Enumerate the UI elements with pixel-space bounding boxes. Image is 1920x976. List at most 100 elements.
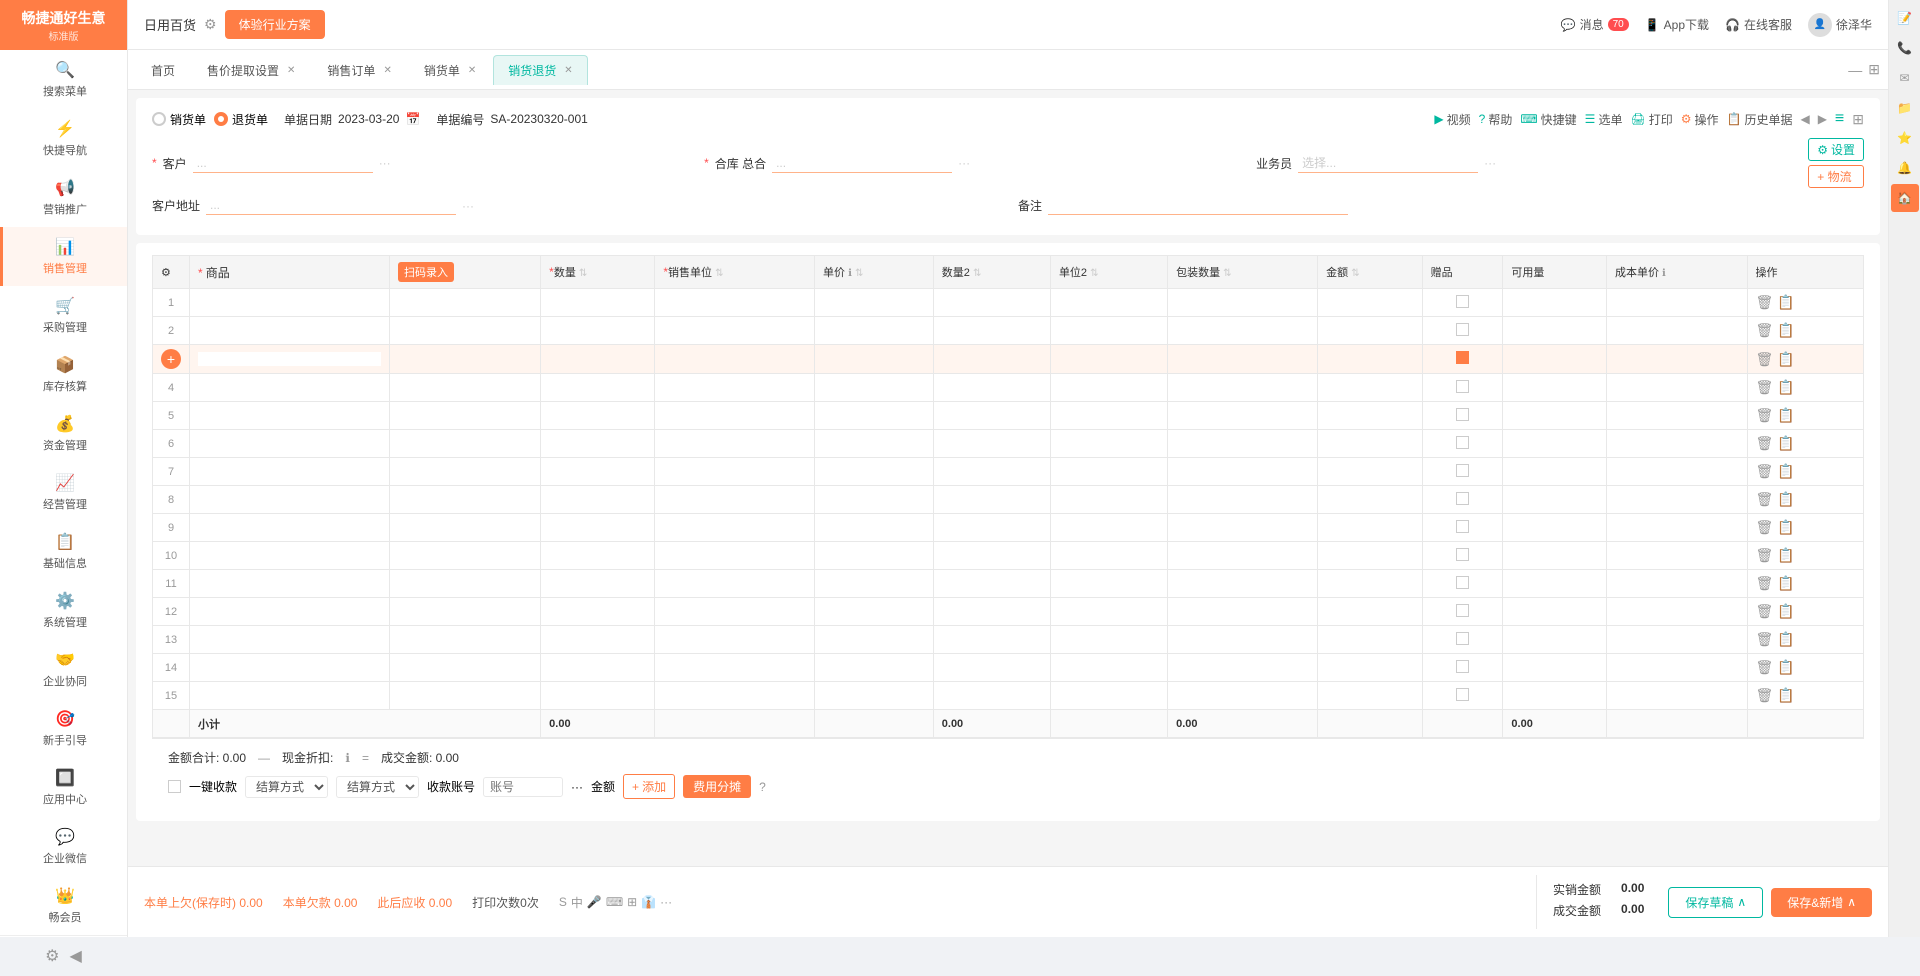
gift-checkbox[interactable] [1456,688,1469,701]
radio-return[interactable]: 退货单 [214,111,268,128]
right-btn-star[interactable]: ⭐ [1891,124,1919,152]
tab-sale-price[interactable]: 售价提取设置 ✕ [192,55,310,85]
sidebar-item-search[interactable]: 🔍 搜索菜单 [0,50,127,109]
product-cell[interactable] [190,430,390,458]
mic-icon[interactable]: 🎤 [587,895,602,909]
add-row-btn[interactable]: + [161,349,181,369]
tab-sale-out-close[interactable]: ✕ [468,65,476,76]
tab-minimize-btn[interactable]: — [1848,61,1862,78]
product-input[interactable] [198,352,381,366]
right-btn-phone[interactable]: 📞 [1891,34,1919,62]
copy-icon[interactable]: 📋 [1777,435,1794,452]
sidebar-collapse-icon[interactable]: ◀ [70,946,82,966]
delete-icon[interactable]: 🗑 [1756,603,1774,620]
customer-more-icon[interactable]: ··· [379,156,391,170]
keyboard2-icon[interactable]: ⌨ [606,895,623,909]
toolbar-video[interactable]: ▶视频 [1434,111,1470,128]
settings-btn[interactable]: ⚙ 设置 [1808,138,1864,161]
qty-sort-icon[interactable]: ⇅ [579,268,587,279]
delete-icon[interactable]: 🗑 [1756,351,1774,368]
delete-icon[interactable]: 🗑 [1756,491,1774,508]
toolbar-print[interactable]: 🖨打印 [1630,111,1672,128]
delete-icon[interactable]: 🗑 [1756,407,1774,424]
sidebar-item-inventory[interactable]: 📦 库存核算 [0,345,127,404]
sidebar-item-member[interactable]: 👑 畅会员 [0,876,127,935]
product-cell[interactable] [190,570,390,598]
gift-checkbox[interactable] [1456,408,1469,421]
sidebar-item-finance[interactable]: 💰 资金管理 [0,404,127,463]
gift-checkbox[interactable] [1456,323,1469,336]
copy-icon[interactable]: 📋 [1777,519,1794,536]
right-btn-folder[interactable]: 📁 [1891,94,1919,122]
product-cell[interactable] [190,345,390,374]
gift-checkbox[interactable] [1456,520,1469,533]
online-service-button[interactable]: 🎧 在线客服 [1725,16,1792,33]
sidebar-item-guide[interactable]: 🎯 新手引导 [0,699,127,758]
toolbar-select[interactable]: ☰选单 [1585,111,1623,128]
settlement-select[interactable]: 结算方式 [245,776,328,798]
sidebar-item-purchase[interactable]: 🛒 采购管理 [0,286,127,345]
history-next-icon[interactable]: ▶ [1818,112,1827,126]
view-grid-icon[interactable]: ⊞ [1852,111,1864,128]
delete-icon[interactable]: 🗑 [1756,687,1774,704]
gift-checkbox[interactable] [1456,464,1469,477]
copy-icon[interactable]: 📋 [1777,463,1794,480]
copy-icon[interactable]: 📋 [1777,379,1794,396]
address-input[interactable] [206,196,456,215]
sidebar-item-weixin[interactable]: 💬 企业微信 [0,817,127,876]
scan-btn[interactable]: 扫码录入 [398,262,454,282]
tab-sale-order-close[interactable]: ✕ [383,65,391,76]
product-cell[interactable] [190,514,390,542]
sidebar-item-apps[interactable]: 🔲 应用中心 [0,758,127,817]
cost-info-icon[interactable]: ℹ [1662,268,1666,279]
tab-sale-out[interactable]: 销货单 ✕ [409,55,491,85]
copy-icon[interactable]: 📋 [1777,491,1794,508]
sidebar-settings-icon[interactable]: ⚙ [45,946,59,966]
more2-icon[interactable]: ··· [660,895,672,909]
product-cell[interactable] [190,486,390,514]
product-cell[interactable] [190,626,390,654]
save-draft-button[interactable]: 保存草稿 ∧ [1668,887,1763,918]
copy-icon[interactable]: 📋 [1777,659,1794,676]
gift-checkbox[interactable] [1456,380,1469,393]
tab-sale-return[interactable]: 销货退货 ✕ [493,55,587,85]
sidebar-item-operation[interactable]: 📈 经营管理 [0,463,127,522]
account-input[interactable] [483,777,563,797]
save-new-button[interactable]: 保存&新增 ∧ [1771,888,1872,917]
product-cell[interactable] [190,374,390,402]
app-download-button[interactable]: 📱 App下载 [1645,16,1709,33]
tab-sale-return-close[interactable]: ✕ [564,65,572,76]
address-more-icon[interactable]: ··· [462,199,474,213]
copy-icon[interactable]: 📋 [1777,407,1794,424]
delete-icon[interactable]: 🗑 [1756,294,1774,311]
product-cell[interactable] [190,654,390,682]
view-list-icon[interactable]: ≡ [1835,110,1844,128]
tab-maximize-btn[interactable]: ⊞ [1868,61,1880,78]
calc-select[interactable]: 结算方式 [336,776,419,798]
remark-input[interactable] [1048,196,1348,215]
toolbar-operate[interactable]: ⚙操作 [1681,111,1719,128]
customer-input[interactable] [193,154,373,173]
fenpai-button[interactable]: 费用分摊 [683,775,751,798]
radio-sale[interactable]: 销货单 [152,111,206,128]
copy-icon[interactable]: 📋 [1777,547,1794,564]
warehouse-more-icon[interactable]: ··· [958,156,970,170]
fenpai-help-icon[interactable]: ? [759,780,766,794]
delete-icon[interactable]: 🗑 [1756,519,1774,536]
tab-sale-price-close[interactable]: ✕ [287,65,295,76]
delete-icon[interactable]: 🗑 [1756,659,1774,676]
gift-checkbox[interactable] [1456,548,1469,561]
product-cell[interactable] [190,402,390,430]
shirt-icon[interactable]: 👔 [641,895,656,909]
staff-input[interactable] [1298,154,1478,173]
product-cell[interactable] [190,542,390,570]
delete-icon[interactable]: 🗑 [1756,575,1774,592]
copy-icon[interactable]: 📋 [1777,575,1794,592]
topbar-gear-icon[interactable]: ⚙ [204,16,217,33]
delete-icon[interactable]: 🗑 [1756,322,1774,339]
gift-checkbox[interactable] [1456,351,1469,364]
delete-icon[interactable]: 🗑 [1756,435,1774,452]
copy-icon[interactable]: 📋 [1777,631,1794,648]
logistics-btn[interactable]: + 物流 [1808,165,1864,188]
product-cell[interactable] [190,289,390,317]
